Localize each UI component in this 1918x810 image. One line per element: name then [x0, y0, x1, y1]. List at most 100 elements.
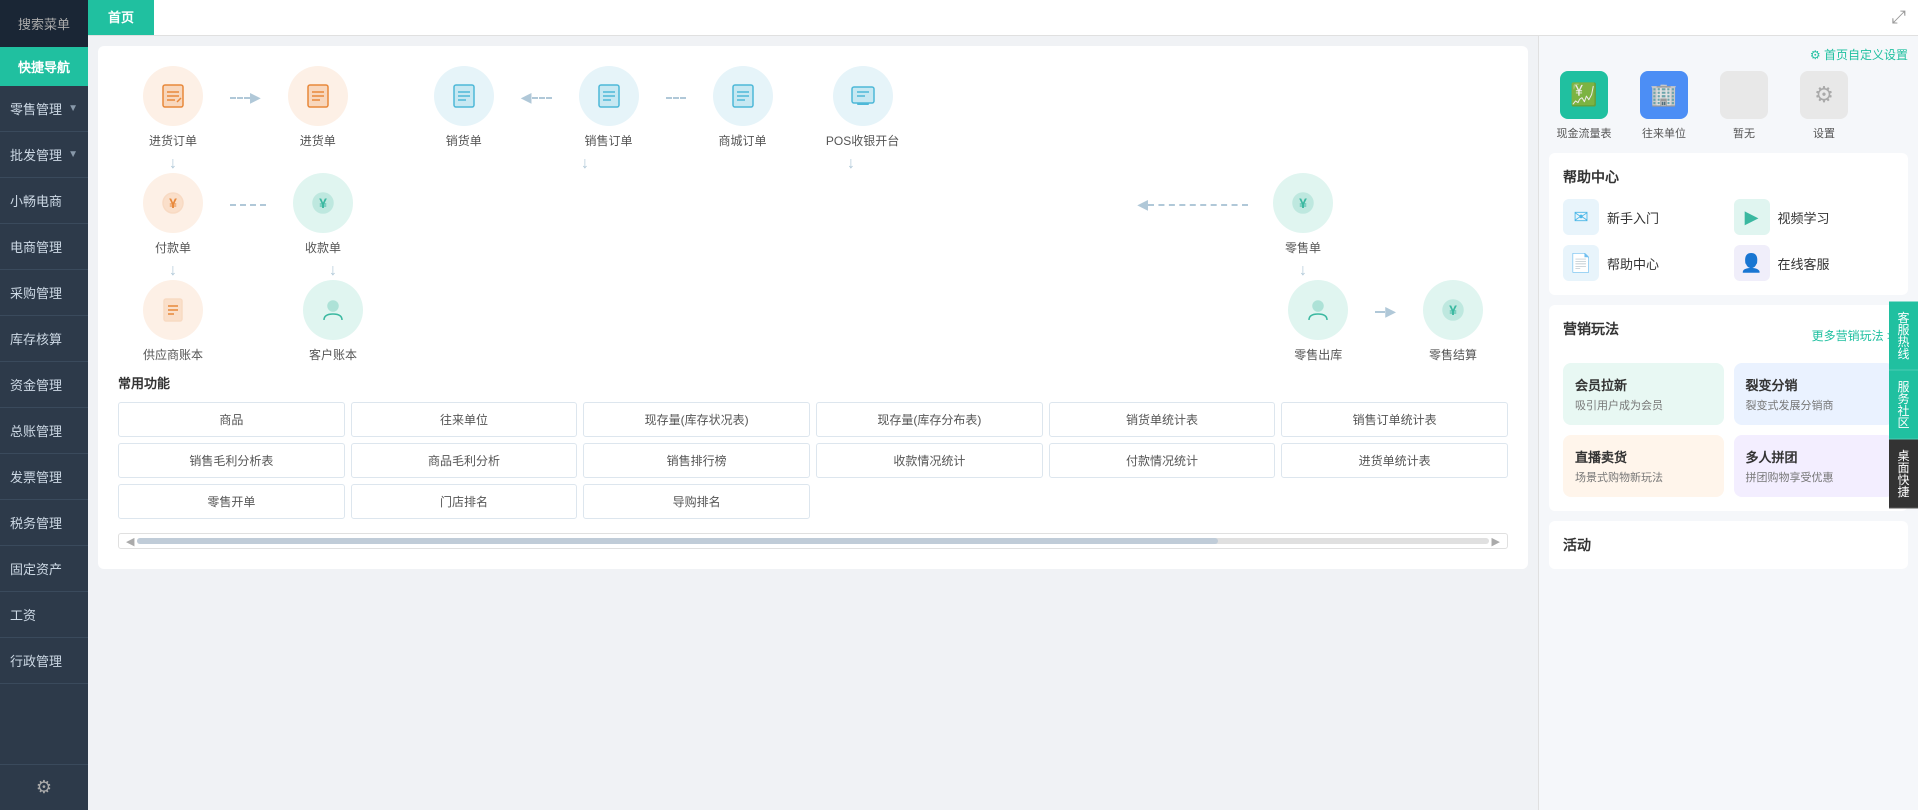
quick-icon-box: ⚙ [1800, 71, 1848, 119]
sidebar-item-工资[interactable]: 工资 [0, 592, 88, 638]
help-item-新手入门[interactable]: ✉新手入门 [1563, 199, 1724, 235]
node-label-sales: 销货单 [446, 132, 482, 149]
node-icon-mall-order [713, 66, 773, 126]
node-icon-retail-settle: ¥ [1423, 280, 1483, 340]
sidebar-item-行政管理[interactable]: 行政管理 [0, 638, 88, 684]
node-icon-purchase [288, 66, 348, 126]
float-btn-客服热线[interactable]: 客服热线 [1889, 302, 1918, 371]
arrow-retail-from-pos: ◀ [1137, 196, 1248, 233]
sidebar-item-发票管理[interactable]: 发票管理 [0, 454, 88, 500]
marketing-item-裂变分销[interactable]: 裂变分销裂变式发展分销商 [1734, 363, 1895, 425]
func-btn-现存量(库存分布表)[interactable]: 现存量(库存分布表) [816, 402, 1043, 437]
sidebar-item-资金管理[interactable]: 资金管理 [0, 362, 88, 408]
marketing-item-多人拼团[interactable]: 多人拼团拼团购物享受优惠 [1734, 435, 1895, 497]
func-btn-商品毛利分析[interactable]: 商品毛利分析 [351, 443, 578, 478]
sidebar-item-小畅电商[interactable]: 小畅电商 [0, 178, 88, 224]
sidebar-item-采购管理[interactable]: 采购管理 [0, 270, 88, 316]
tab-home[interactable]: 首页 [88, 0, 154, 35]
quick-icon-现金流量表[interactable]: 💹现金流量表 [1549, 71, 1619, 141]
flow-card: 进货订单 ▶ 进货单 [98, 46, 1528, 569]
arrow-2: ◀ [521, 89, 552, 126]
node-customer-book[interactable]: 客户账本 [278, 280, 388, 363]
node-label-retail: 零售单 [1285, 239, 1321, 256]
scrollbar-track [137, 538, 1488, 544]
func-btn-销售排行榜[interactable]: 销售排行榜 [583, 443, 810, 478]
node-supplier-book[interactable]: 供应商账本 [118, 280, 228, 363]
node-icon-retail: ¥ [1273, 173, 1333, 233]
sidebar-item-批发管理[interactable]: 批发管理▼ [0, 132, 88, 178]
activity-title: 活动 [1563, 535, 1894, 555]
quick-icon-往来单位[interactable]: 🏢往来单位 [1629, 71, 1699, 141]
node-retail[interactable]: ¥ 零售单 [1248, 173, 1358, 256]
quick-icon-设置[interactable]: ⚙设置 [1789, 71, 1859, 141]
sidebar-item-总账管理[interactable]: 总账管理 [0, 408, 88, 454]
func-btn-销售毛利分析表[interactable]: 销售毛利分析表 [118, 443, 345, 478]
marketing-item-直播卖货[interactable]: 直播卖货场景式购物新玩法 [1563, 435, 1724, 497]
func-btn-零售开单[interactable]: 零售开单 [118, 484, 345, 519]
scroll-right[interactable]: ▶ [1489, 535, 1503, 548]
sidebar-item-固定资产[interactable]: 固定资产 [0, 546, 88, 592]
marketing-section: 营销玩法 更多营销玩法 > 会员拉新吸引用户成为会员裂变分销裂变式发展分销商直播… [1549, 305, 1908, 511]
node-label-purchase-order: 进货订单 [149, 132, 197, 149]
node-icon-sales [434, 66, 494, 126]
help-item-视频学习[interactable]: ▶视频学习 [1734, 199, 1895, 235]
node-label-retail-out: 零售出库 [1294, 346, 1342, 363]
func-btn-收款情况统计[interactable]: 收款情况统计 [816, 443, 1043, 478]
node-pos[interactable]: POS收银开台 [808, 66, 918, 149]
func-btn-进货单统计表[interactable]: 进货单统计表 [1281, 443, 1508, 478]
content-area: 进货订单 ▶ 进货单 [88, 36, 1918, 810]
func-btn-商品[interactable]: 商品 [118, 402, 345, 437]
node-icon-retail-out [1288, 280, 1348, 340]
node-purchase-order[interactable]: 进货订单 [118, 66, 228, 149]
node-receipt[interactable]: ¥ 收款单 [268, 173, 378, 256]
scroll-left[interactable]: ◀ [123, 535, 137, 548]
node-label-pos: POS收银开台 [826, 132, 899, 149]
node-label-receipt: 收款单 [305, 239, 341, 256]
node-mall-order[interactable]: 商城订单 [688, 66, 798, 149]
node-payment[interactable]: ¥ 付款单 [118, 173, 228, 256]
scrollbar[interactable]: ◀ ▶ [118, 533, 1508, 549]
v-arrow-pay: ↓ [118, 262, 228, 280]
settings-icon[interactable]: ⚙ [0, 764, 88, 810]
node-retail-settle[interactable]: ¥ 零售结算 [1398, 280, 1508, 363]
func-btn-门店排名[interactable]: 门店排名 [351, 484, 578, 519]
customize-bar[interactable]: ⚙ 首页自定义设置 [1549, 46, 1908, 63]
sidebar-item-税务管理[interactable]: 税务管理 [0, 500, 88, 546]
sidebar-item-电商管理[interactable]: 电商管理 [0, 224, 88, 270]
sidebar-item-零售管理[interactable]: 零售管理▼ [0, 86, 88, 132]
common-functions: 常用功能 商品往来单位现存量(库存状况表)现存量(库存分布表)销货单统计表销售订… [118, 373, 1508, 529]
func-btn-往来单位[interactable]: 往来单位 [351, 402, 578, 437]
arrow-1: ▶ [230, 89, 261, 126]
help-item-帮助中心[interactable]: 📄帮助中心 [1563, 245, 1724, 281]
float-btn-服务社区[interactable]: 服务社区 [1889, 371, 1918, 440]
node-sales[interactable]: 销货单 [409, 66, 519, 149]
node-purchase[interactable]: 进货单 [263, 66, 373, 149]
help-icon: 📄 [1563, 245, 1599, 281]
func-btn-销售订单统计表[interactable]: 销售订单统计表 [1281, 402, 1508, 437]
node-retail-out[interactable]: 零售出库 [1263, 280, 1373, 363]
help-item-在线客服[interactable]: 👤在线客服 [1734, 245, 1895, 281]
svg-text:¥: ¥ [1449, 302, 1457, 318]
func-btn-现存量(库存状况表)[interactable]: 现存量(库存状况表) [583, 402, 810, 437]
quick-icons: 💹现金流量表🏢往来单位暂无⚙设置 [1549, 71, 1908, 141]
func-btn-付款情况统计[interactable]: 付款情况统计 [1049, 443, 1276, 478]
v-arrow-receipt: ↓ [278, 262, 388, 280]
func-btn-销货单统计表[interactable]: 销货单统计表 [1049, 402, 1276, 437]
marketing-grid: 会员拉新吸引用户成为会员裂变分销裂变式发展分销商直播卖货场景式购物新玩法多人拼团… [1563, 363, 1894, 497]
node-sales-order[interactable]: 销售订单 [554, 66, 664, 149]
help-center: 帮助中心 ✉新手入门▶视频学习📄帮助中心👤在线客服 [1549, 153, 1908, 295]
nav-header: 快捷导航 [0, 47, 88, 86]
search-menu[interactable]: 搜索菜单 [0, 0, 88, 47]
sidebar-item-库存核算[interactable]: 库存核算 [0, 316, 88, 362]
right-panel: ⚙ 首页自定义设置 💹现金流量表🏢往来单位暂无⚙设置 帮助中心 ✉新手入门▶视频… [1538, 36, 1918, 810]
quick-icon-暂无[interactable]: 暂无 [1709, 71, 1779, 141]
marketing-item-会员拉新[interactable]: 会员拉新吸引用户成为会员 [1563, 363, 1724, 425]
arrow-pay [230, 204, 266, 226]
tab-maximize[interactable]: ⤢ [1892, 7, 1918, 28]
node-icon-supplier-book [143, 280, 203, 340]
more-marketing[interactable]: 更多营销玩法 > [1812, 327, 1894, 344]
func-btn-导购排名[interactable]: 导购排名 [583, 484, 810, 519]
node-label-sales-order: 销售订单 [585, 132, 633, 149]
float-btn-桌面快捷[interactable]: 桌面快捷 [1889, 440, 1918, 509]
main-content: 进货订单 ▶ 进货单 [88, 36, 1538, 810]
